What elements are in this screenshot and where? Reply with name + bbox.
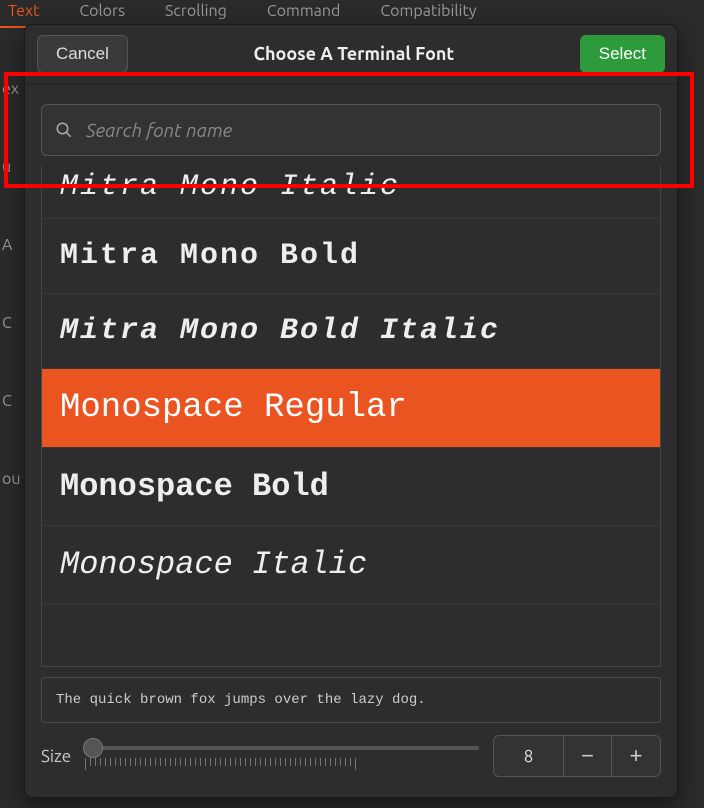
dialog-header: Cancel Choose A Terminal Font Select	[25, 25, 677, 84]
select-button[interactable]: Select	[580, 35, 665, 73]
font-item[interactable]: Mitra Mono Bold Italic	[42, 294, 660, 369]
size-increment-button[interactable]: +	[612, 736, 660, 776]
size-stepper: 8 − +	[493, 735, 661, 777]
size-decrement-button[interactable]: −	[564, 736, 612, 776]
size-row: Size 8 − +	[25, 735, 677, 797]
bg-tab: Colors	[79, 2, 125, 20]
size-label: Size	[41, 747, 71, 766]
slider-thumb[interactable]	[83, 738, 103, 758]
font-item[interactable]: Mitra Mono Italic	[42, 166, 660, 219]
font-item[interactable]: Mitra Mono Bold	[42, 219, 660, 294]
search-input[interactable]	[41, 104, 661, 156]
font-item[interactable]: Monospace Bold	[42, 448, 660, 526]
cancel-button[interactable]: Cancel	[37, 35, 128, 73]
bg-tab: Scrolling	[165, 2, 227, 20]
font-item[interactable]: Monospace Regular	[42, 369, 660, 448]
font-item[interactable]: Monospace Italic	[42, 526, 660, 604]
search-icon	[55, 121, 73, 139]
dialog-title: Choose A Terminal Font	[128, 44, 580, 64]
size-value[interactable]: 8	[494, 736, 564, 776]
size-slider[interactable]	[85, 738, 479, 774]
font-list[interactable]: Mitra Mono ItalicMitra Mono BoldMitra Mo…	[41, 166, 661, 667]
bg-tab: Text	[8, 2, 39, 20]
font-chooser-dialog: Cancel Choose A Terminal Font Select Mit…	[24, 24, 678, 798]
search-field-wrap	[41, 104, 661, 156]
bg-tab: Command	[267, 2, 341, 20]
bg-tab: Compatibility	[380, 2, 476, 20]
preview-text: The quick brown fox jumps over the lazy …	[41, 677, 661, 723]
